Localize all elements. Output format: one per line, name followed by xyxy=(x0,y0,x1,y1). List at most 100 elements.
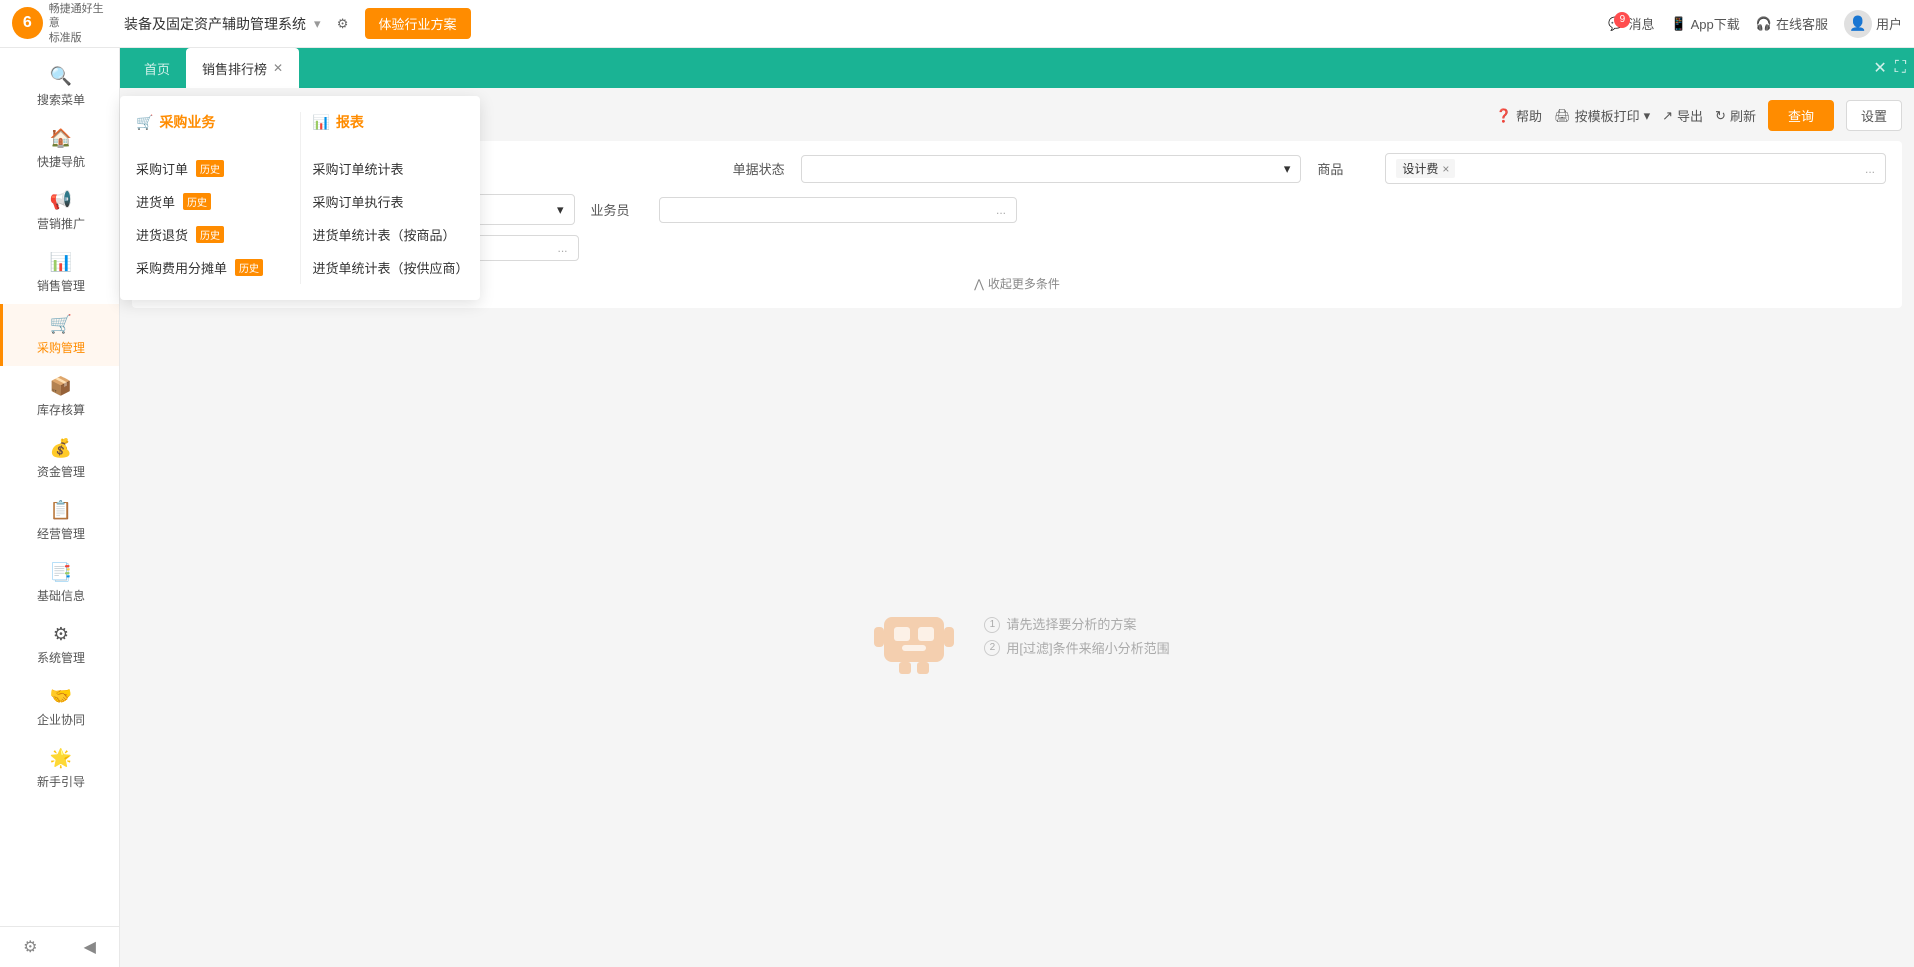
sidebar-item-basic-info[interactable]: 📑 基础信息 xyxy=(0,552,119,614)
dropdown-item-inbound-supplier[interactable]: 进货单统计表（按供应商） xyxy=(313,251,465,284)
topbar-center: 装备及固定资产辅助管理系统 ▾ ⚙ 体验行业方案 xyxy=(112,8,1608,39)
dropdown-item-order-stat[interactable]: 采购订单统计表 xyxy=(313,152,465,185)
tab-close-btn[interactable]: ✕ xyxy=(273,61,283,75)
sidebar-item-system[interactable]: ⚙ 系统管理 xyxy=(0,614,119,676)
sales-icon: 📊 xyxy=(50,252,72,273)
industry-button[interactable]: 体验行业方案 xyxy=(365,8,471,39)
sidebar-item-operation[interactable]: 📋 经营管理 xyxy=(0,490,119,552)
logo: 6 畅捷通好生意 标准版 xyxy=(12,2,112,45)
topbar: 6 畅捷通好生意 标准版 装备及固定资产辅助管理系统 ▾ ⚙ 体验行业方案 💬 … xyxy=(0,0,1914,48)
message-badge: 9 xyxy=(1614,12,1630,28)
status-select[interactable]: ▾ xyxy=(801,155,1302,183)
sidebar-item-cooperation[interactable]: 🤝 企业协同 xyxy=(0,676,119,738)
window-maximize-btn[interactable]: ⛶ xyxy=(1895,59,1906,77)
inventory-icon: 📦 xyxy=(50,376,72,397)
status-label: 单据状态 xyxy=(733,159,793,178)
dropdown-divider xyxy=(300,112,301,284)
salesman-input[interactable]: ... xyxy=(659,197,1018,223)
report-col-header: 📊 报表 xyxy=(313,112,465,140)
window-close-btn[interactable]: ✕ xyxy=(1873,58,1886,78)
phone-icon: 📱 xyxy=(1670,16,1686,32)
help-icon: ❓ xyxy=(1496,108,1512,124)
dropdown-col-report: 📊 报表 采购订单统计表 采购订单执行表 进货单统计表（按商品） 进货单统计表（… xyxy=(313,112,465,284)
print-template-item[interactable]: 🖨 按模板打印 ▾ xyxy=(1554,106,1650,125)
query-button[interactable]: 查询 xyxy=(1768,100,1834,131)
logo-text: 畅捷通好生意 标准版 xyxy=(49,2,112,45)
cooperation-icon: 🤝 xyxy=(50,686,72,707)
tab-sales-rank[interactable]: 销售排行榜 ✕ xyxy=(186,48,299,88)
step-1: 1 xyxy=(984,617,1000,633)
online-service-item[interactable]: 🎧 在线客服 xyxy=(1756,14,1828,33)
headset-icon: 🎧 xyxy=(1756,16,1772,32)
home-icon: 🏠 xyxy=(50,128,72,149)
gear-button[interactable]: ⚙ xyxy=(329,10,357,38)
print-icon: 🖨 xyxy=(1554,108,1571,124)
customer-more[interactable]: ... xyxy=(557,241,567,255)
sidebar-item-purchase[interactable]: 🛒 采购管理 xyxy=(0,304,119,366)
sidebar-item-finance[interactable]: 💰 资金管理 xyxy=(0,428,119,490)
sidebar: 🔍 搜索菜单 🏠 快捷导航 📢 营销推广 📊 销售管理 🛒 采购管理 📦 库存核… xyxy=(0,48,120,967)
purchase-icon: 🛒 xyxy=(50,314,72,335)
empty-state: 1 请先选择要分析的方案 2 用[过滤]条件来缩小分析范围 xyxy=(132,318,1902,955)
history-badge-3: 历史 xyxy=(235,259,263,276)
message-item[interactable]: 💬 9 消息 xyxy=(1608,14,1654,33)
user-avatar: 👤 xyxy=(1844,10,1872,38)
system-title: 装备及固定资产辅助管理系统 xyxy=(124,14,306,34)
empty-tip-2: 2 用[过滤]条件来缩小分析范围 xyxy=(984,637,1169,660)
system-icon: ⚙ xyxy=(53,624,69,645)
sidebar-item-sales[interactable]: 📊 销售管理 xyxy=(0,242,119,304)
rank-dropdown-icon: ▾ xyxy=(557,202,564,218)
dropdown-item-return[interactable]: 进货退货 历史 xyxy=(136,218,288,251)
sidebar-item-marketing[interactable]: 📢 营销推广 xyxy=(0,180,119,242)
sidebar-item-quick-nav[interactable]: 🏠 快捷导航 xyxy=(0,118,119,180)
purchase-col-icon: 🛒 xyxy=(136,114,153,131)
dropdown-col-purchase: 🛒 采购业务 采购订单 历史 进货单 历史 进货退货 历史 采购费用分摊单 历史 xyxy=(136,112,288,284)
goods-label: 商品 xyxy=(1317,159,1377,178)
goods-more[interactable]: ... xyxy=(1865,162,1875,176)
goods-tag-close[interactable]: × xyxy=(1442,162,1449,176)
dropdown-item-purchase-order[interactable]: 采购订单 历史 xyxy=(136,152,288,185)
finance-icon: 💰 xyxy=(50,438,72,459)
settings-bottom-btn[interactable]: ⚙ xyxy=(23,937,37,957)
empty-illustration xyxy=(864,597,964,677)
dropdown-item-expense[interactable]: 采购费用分摊单 历史 xyxy=(136,251,288,284)
sidebar-bottom: ⚙ ◀ xyxy=(0,926,119,967)
refresh-icon: ↻ xyxy=(1715,108,1726,124)
sidebar-item-guide[interactable]: 🌟 新手引导 xyxy=(0,738,119,800)
refresh-item[interactable]: ↻ 刷新 xyxy=(1715,106,1756,125)
dropdown-columns: 🛒 采购业务 采购订单 历史 进货单 历史 进货退货 历史 采购费用分摊单 历史 xyxy=(136,112,464,284)
status-dropdown-icon: ▾ xyxy=(1284,161,1291,177)
basic-info-icon: 📑 xyxy=(50,562,72,583)
collapse-sidebar-btn[interactable]: ◀ xyxy=(84,937,96,957)
step-2: 2 xyxy=(984,640,1000,656)
goods-input[interactable]: 设计费 × ... xyxy=(1385,153,1886,184)
dropdown-item-order-exec[interactable]: 采购订单执行表 xyxy=(313,185,465,218)
tab-home[interactable]: 首页 xyxy=(128,48,186,88)
system-dropdown-arrow[interactable]: ▾ xyxy=(314,16,321,32)
dropdown-item-inbound[interactable]: 进货单 历史 xyxy=(136,185,288,218)
purchase-dropdown-menu: 🛒 采购业务 采购订单 历史 进货单 历史 进货退货 历史 采购费用分摊单 历史 xyxy=(120,96,480,300)
empty-tip-1: 1 请先选择要分析的方案 xyxy=(984,613,1169,636)
help-item[interactable]: ❓ 帮助 xyxy=(1496,106,1542,125)
tab-bar: 首页 销售排行榜 ✕ ✕ ⛶ xyxy=(120,48,1914,88)
topbar-right: 💬 9 消息 📱 App下载 🎧 在线客服 👤 用户 xyxy=(1608,10,1902,38)
export-item[interactable]: ↗ 导出 xyxy=(1662,106,1703,125)
logo-icon: 6 xyxy=(12,7,43,39)
sidebar-item-inventory[interactable]: 📦 库存核算 xyxy=(0,366,119,428)
salesman-label: 业务员 xyxy=(591,200,651,219)
search-icon: 🔍 xyxy=(50,66,72,87)
history-badge-1: 历史 xyxy=(183,193,211,210)
message-badge-wrap: 💬 9 xyxy=(1608,16,1624,32)
sidebar-item-search[interactable]: 🔍 搜索菜单 xyxy=(0,56,119,118)
settings-button[interactable]: 设置 xyxy=(1846,100,1902,131)
history-badge-2: 历史 xyxy=(196,226,224,243)
guide-icon: 🌟 xyxy=(50,748,72,769)
user-item[interactable]: 👤 用户 xyxy=(1844,10,1902,38)
dropdown-item-inbound-goods[interactable]: 进货单统计表（按商品） xyxy=(313,218,465,251)
goods-tag: 设计费 × xyxy=(1396,159,1455,178)
empty-content: 1 请先选择要分析的方案 2 用[过滤]条件来缩小分析范围 xyxy=(864,597,1169,677)
app-download-item[interactable]: 📱 App下载 xyxy=(1670,14,1739,33)
history-badge-0: 历史 xyxy=(196,160,224,177)
filter-status: 单据状态 ▾ xyxy=(733,155,1302,183)
salesman-more[interactable]: ... xyxy=(996,203,1006,217)
